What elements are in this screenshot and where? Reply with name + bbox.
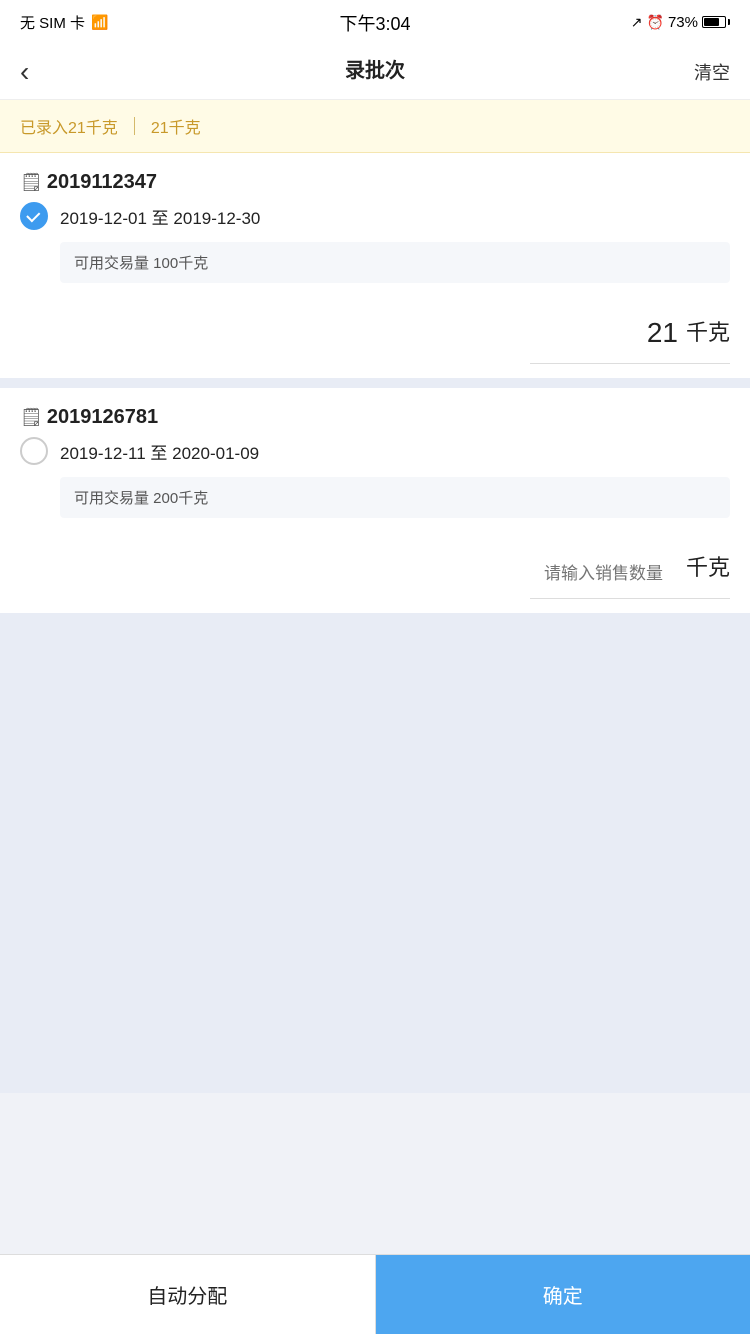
wifi-icon: 📶: [91, 14, 108, 31]
batch-id-1: 2019112347: [47, 171, 157, 194]
location-icon: ↗: [631, 14, 643, 31]
batch-id-2: 2019126781: [47, 406, 158, 429]
confirm-button[interactable]: 确定: [376, 1255, 750, 1334]
batch-card-1: 🗒 2019112347 2019-12-01 至 2019-12-30 可用交…: [0, 153, 750, 378]
batch-section-1: 🗒 2019112347 2019-12-01 至 2019-12-30 可用交…: [0, 153, 750, 307]
batch-id-row-1: 🗒 2019112347: [20, 171, 730, 194]
batch-card-2: 🗒 2019126781 2019-12-11 至 2020-01-09 可用交…: [0, 388, 750, 613]
avail-text-2: 可用交易量 200千克: [74, 490, 208, 507]
qty-row-1: 21 千克: [0, 307, 750, 359]
nav-bar: ‹ 录批次 清空: [0, 44, 750, 100]
date-row-1[interactable]: 2019-12-01 至 2019-12-30: [20, 202, 730, 230]
radio-1[interactable]: [20, 202, 48, 230]
batch-section-2: 🗒 2019126781 2019-12-11 至 2020-01-09 可用交…: [0, 388, 750, 542]
avail-box-1: 可用交易量 100千克: [60, 242, 730, 283]
qty-input-2[interactable]: [478, 564, 678, 584]
bottom-area: [0, 613, 750, 1093]
avail-box-2: 可用交易量 200千克: [60, 477, 730, 518]
date-range-2: 2019-12-11 至 2020-01-09: [60, 439, 259, 464]
batch-id-icon-1: 🗒: [20, 172, 43, 193]
carrier-text: 无 SIM 卡: [20, 12, 85, 33]
info-amount: 21千克: [151, 114, 201, 138]
qty-value-1: 21: [647, 317, 678, 349]
qty-unit-2: 千克: [686, 550, 730, 584]
recorded-label: 已录入21千克: [20, 114, 118, 138]
batch-id-row-2: 🗒 2019126781: [20, 406, 730, 429]
back-button[interactable]: ‹: [20, 56, 29, 88]
alarm-icon: ⏰: [647, 14, 664, 31]
footer: 自动分配 确定: [0, 1254, 750, 1334]
qty-row-2: 千克: [0, 542, 750, 594]
battery-icon: [702, 16, 730, 28]
date-row-2[interactable]: 2019-12-11 至 2020-01-09: [20, 437, 730, 465]
auto-distribute-button[interactable]: 自动分配: [0, 1255, 376, 1334]
batch-id-icon-2: 🗒: [20, 407, 43, 428]
info-divider: [134, 117, 135, 135]
avail-text-1: 可用交易量 100千克: [74, 255, 208, 272]
section-separator: [0, 378, 750, 388]
battery-percent: 73%: [668, 14, 698, 31]
qty-unit-1: 千克: [686, 315, 730, 349]
info-bar: 已录入21千克 21千克: [0, 100, 750, 153]
page-title: 录批次: [345, 54, 405, 83]
status-bar: 无 SIM 卡 📶 下午3:04 ↗ ⏰ 73%: [0, 0, 750, 44]
radio-2[interactable]: [20, 437, 48, 465]
status-right: ↗ ⏰ 73%: [631, 14, 730, 31]
date-range-1: 2019-12-01 至 2019-12-30: [60, 204, 260, 229]
clear-button[interactable]: 清空: [694, 59, 730, 85]
status-left: 无 SIM 卡 📶: [20, 12, 108, 33]
status-time: 下午3:04: [339, 10, 410, 36]
